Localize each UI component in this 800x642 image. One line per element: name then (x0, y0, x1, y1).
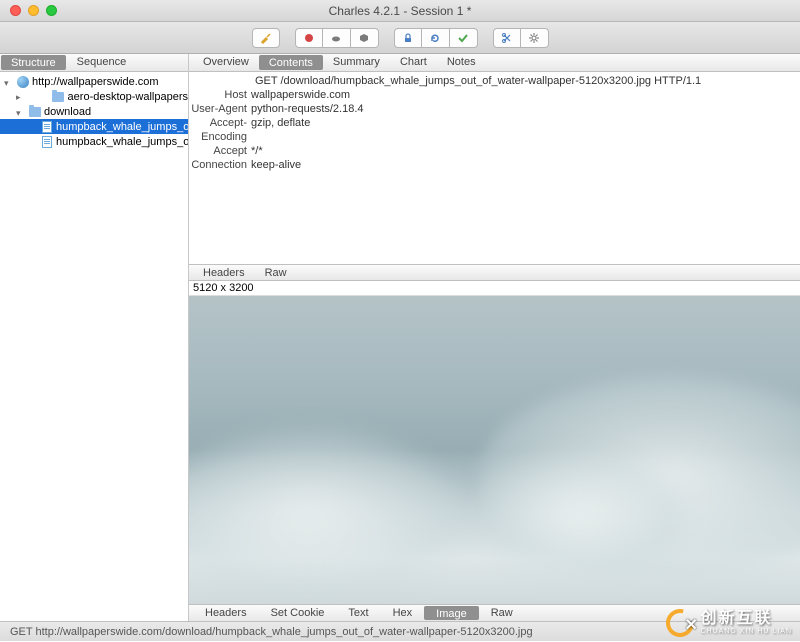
tab-summary[interactable]: Summary (323, 54, 390, 71)
subtab-set-cookie[interactable]: Set Cookie (259, 605, 337, 621)
subtab-raw[interactable]: Raw (255, 265, 297, 280)
watermark: ✕ 创新互联 CHUANG XIN HU LIAN (666, 609, 792, 637)
zoom-window-button[interactable] (46, 5, 57, 16)
header-value: python-requests/2.18.4 (251, 102, 800, 116)
tree-folder[interactable]: aero-desktop-wallpapers (0, 89, 188, 104)
check-icon (457, 32, 469, 44)
header-key: Accept-Encoding (189, 116, 251, 144)
disclosure-icon[interactable] (4, 77, 13, 86)
disclosure-icon[interactable] (16, 107, 25, 116)
watermark-logo-icon: ✕ (666, 609, 694, 637)
file-icon (40, 120, 53, 133)
tools-button[interactable] (493, 28, 521, 48)
view-tabs: Overview Contents Summary Chart Notes (189, 54, 800, 72)
window-controls (0, 5, 57, 16)
subtab-headers[interactable]: Headers (193, 265, 255, 280)
subtab-hex[interactable]: Hex (381, 605, 425, 621)
header-key: User-Agent (189, 102, 251, 116)
tab-overview[interactable]: Overview (193, 54, 259, 71)
tab-chart[interactable]: Chart (390, 54, 437, 71)
tree-host[interactable]: http://wallpaperswide.com (0, 74, 188, 89)
subtab-image[interactable]: Image (424, 606, 479, 620)
throttle-button[interactable] (323, 28, 351, 48)
tab-structure[interactable]: Structure (1, 55, 66, 70)
header-key: Accept (189, 144, 251, 158)
globe-icon (16, 75, 29, 88)
record-icon (303, 32, 315, 44)
tree-folder[interactable]: download (0, 104, 188, 119)
content-panel: Overview Contents Summary Chart Notes GE… (189, 54, 800, 621)
header-value: wallpaperswide.com (251, 88, 800, 102)
cloud-decoration (189, 434, 459, 594)
sidebar: Structure Sequence http://wallpaperswide… (0, 54, 189, 621)
header-value: keep-alive (251, 158, 800, 172)
ssl-button[interactable] (394, 28, 422, 48)
refresh-icon (429, 32, 441, 44)
header-key: Host (189, 88, 251, 102)
record-button[interactable] (295, 28, 323, 48)
subtab-text[interactable]: Text (336, 605, 380, 621)
watermark-text-en: CHUANG XIN HU LIAN (700, 628, 792, 636)
header-value: gzip, deflate (251, 116, 800, 144)
toolbar (0, 22, 800, 54)
request-line: GET /download/humpback_whale_jumps_out_o… (189, 74, 800, 88)
settings-button[interactable] (521, 28, 549, 48)
subtab-headers[interactable]: Headers (193, 605, 259, 621)
header-key: Connection (189, 158, 251, 172)
request-headers: GET /download/humpback_whale_jumps_out_o… (189, 72, 800, 174)
turtle-icon (330, 32, 342, 44)
status-text: GET http://wallpaperswide.com/download/h… (10, 626, 533, 638)
tab-contents[interactable]: Contents (259, 55, 323, 70)
repeat-button[interactable] (422, 28, 450, 48)
hexagon-icon (358, 32, 370, 44)
gear-icon (528, 32, 540, 44)
sidebar-tabs: Structure Sequence (0, 54, 188, 72)
folder-icon (52, 90, 65, 103)
minimize-window-button[interactable] (28, 5, 39, 16)
watermark-text-cn: 创新互联 (700, 610, 792, 628)
breakpoints-button[interactable] (351, 28, 379, 48)
header-value: */* (251, 144, 800, 158)
tab-notes[interactable]: Notes (437, 54, 486, 71)
close-window-button[interactable] (10, 5, 21, 16)
tree-item[interactable]: humpback_whale_jumps_out_of_wat (0, 134, 188, 149)
cloud-decoration (480, 454, 680, 574)
image-preview (189, 296, 800, 604)
scissors-icon (501, 32, 513, 44)
window-title: Charles 4.2.1 - Session 1 * (0, 4, 800, 18)
tree-item-selected[interactable]: humpback_whale_jumps_out_of_ (0, 119, 188, 134)
tab-sequence[interactable]: Sequence (67, 54, 137, 71)
disclosure-icon[interactable] (16, 92, 49, 101)
broom-icon (260, 32, 272, 44)
subtab-raw[interactable]: Raw (479, 605, 525, 621)
lock-icon (402, 32, 414, 44)
clear-button[interactable] (252, 28, 280, 48)
titlebar: Charles 4.2.1 - Session 1 * (0, 0, 800, 22)
image-dimensions: 5120 x 3200 (189, 281, 800, 296)
tree: http://wallpaperswide.com aero-desktop-w… (0, 72, 188, 149)
validate-button[interactable] (450, 28, 478, 48)
file-icon (40, 135, 53, 148)
request-sub-tabs: Headers Raw (189, 264, 800, 281)
folder-icon (28, 105, 41, 118)
